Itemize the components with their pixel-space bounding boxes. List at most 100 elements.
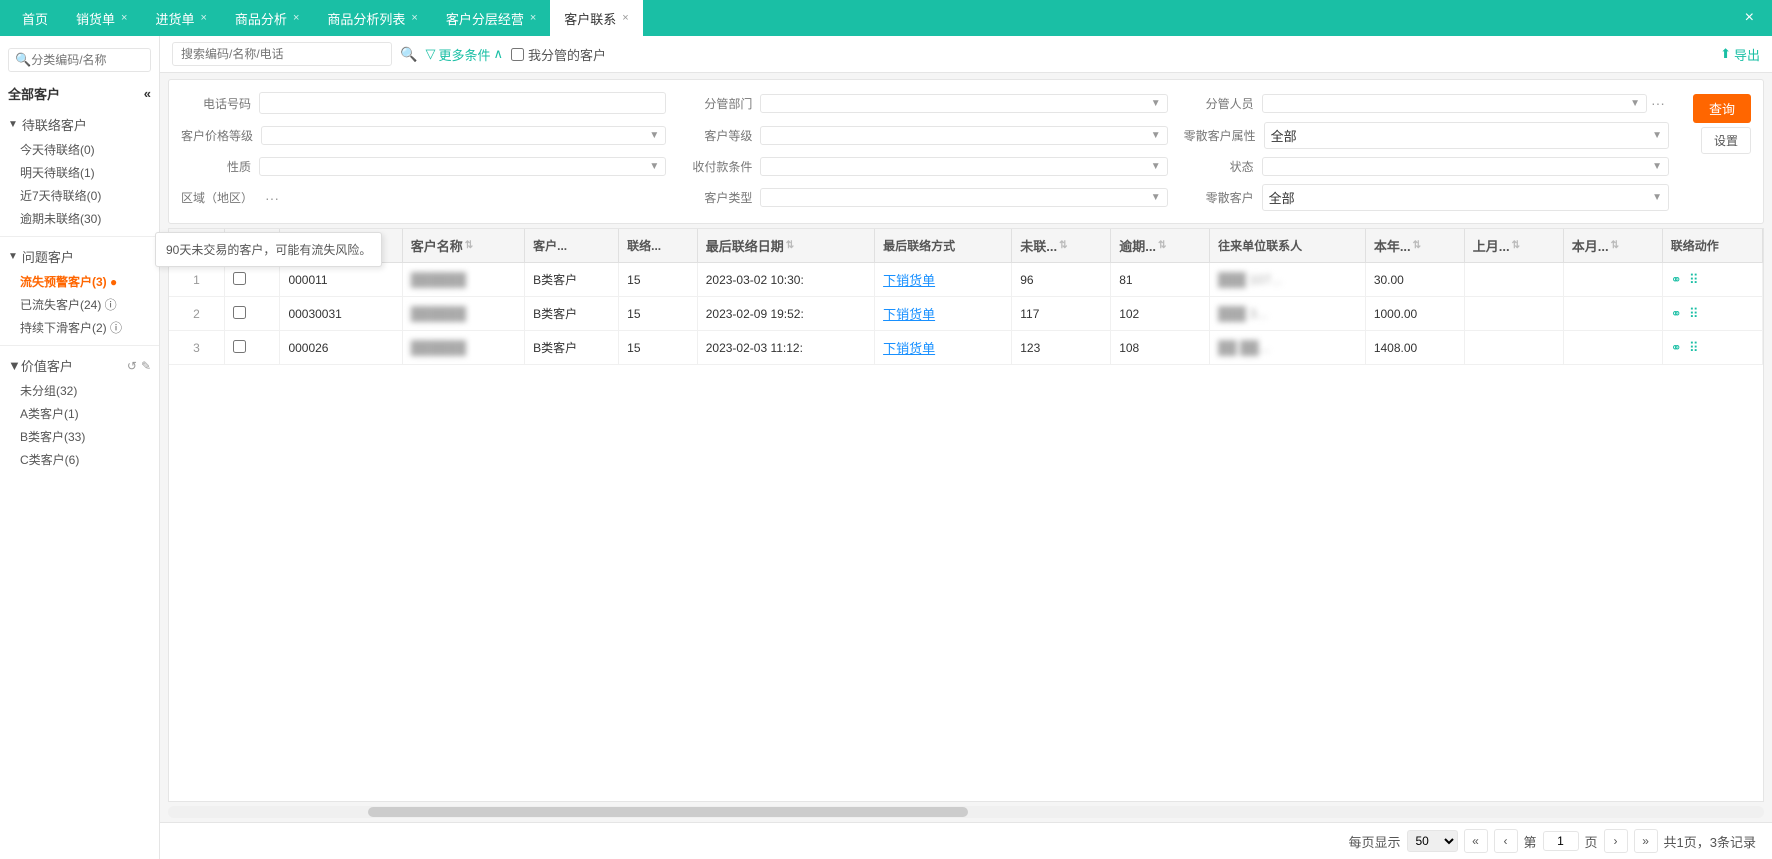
a-class[interactable]: A类客户(1) [0,402,159,425]
thismonth-sort-icon[interactable]: ⇅ [1611,240,1619,251]
more-conditions-button[interactable]: ▽ 更多条件 ∧ [425,45,503,64]
prev-page-button[interactable]: ‹ [1494,829,1518,853]
person-more-icon[interactable]: ··· [1647,95,1669,111]
scrollbar-thumb[interactable] [368,807,968,817]
price-grade-label: 客户价格等级 [181,127,253,144]
last-page-button[interactable]: » [1634,829,1658,853]
thisyear-sort-icon[interactable]: ⇅ [1413,240,1421,251]
c-class[interactable]: C类客户(6) [0,448,159,471]
sidebar-collapse-icon[interactable]: « [144,86,151,101]
row-1-action-more-icon[interactable]: ⠿ [1689,272,1699,287]
payment-arrow: ▼ [1151,161,1161,172]
nav-product-analysis[interactable]: 商品分析 × [221,0,313,36]
nav-customer-contact[interactable]: 客户联系 × [550,0,642,36]
row-2-overdue: 102 [1111,297,1210,331]
table-body: 1 000011 ██████ B类客户 15 2023-03-02 10:30… [169,263,1763,365]
my-customers-check[interactable] [511,48,524,61]
scatter-label: 零散客户 [1184,189,1254,206]
status-label: 状态 [1184,158,1254,175]
lastdate-sort-icon[interactable]: ⇅ [786,240,794,251]
unclassified[interactable]: 未分组(32) [0,379,159,402]
all-customers-label: 全部客户 [8,84,60,103]
row-2-check[interactable] [233,306,246,319]
row-3-checkbox [224,331,279,365]
all-customers-header[interactable]: 全部客户 « [0,80,159,107]
uncontacted-sort: 未联... ⇅ [1020,236,1102,255]
row-3-action-more-icon[interactable]: ⠿ [1689,340,1699,355]
my-customers-checkbox[interactable]: 我分管的客户 [511,45,606,64]
page-number-input[interactable] [1543,831,1579,851]
close-customer-tier-icon[interactable]: × [530,12,536,24]
problem-customer-header[interactable]: ▼ 问题客户 [0,243,159,270]
settings-button[interactable]: 设置 [1701,127,1751,154]
row-2-action-link-icon[interactable]: ⚭ [1671,306,1682,321]
customer-type-arrow: ▼ [1151,192,1161,203]
person-select[interactable]: ▼ [1262,94,1647,113]
main-search-button[interactable]: 🔍 [400,46,417,63]
today-pending[interactable]: 今天待联络(0) [0,138,159,161]
close-product-list-icon[interactable]: × [411,12,417,24]
overdue-pending[interactable]: 逾期未联络(30) [0,207,159,230]
my-customers-label: 我分管的客户 [528,45,606,64]
pending-contact-header[interactable]: ▼ 待联络客户 [0,111,159,138]
nav-purchase[interactable]: 进货单 × [141,0,220,36]
tomorrow-pending[interactable]: 明天待联络(1) [0,161,159,184]
col-thismonth-header: 本月... ⇅ [1563,229,1662,263]
week-pending[interactable]: 近7天待联络(0) [0,184,159,207]
already-churned[interactable]: 已流失客户(24) ⓘ [0,293,159,316]
row-3-check[interactable] [233,340,246,353]
overdue-sort-icon[interactable]: ⇅ [1158,240,1166,251]
per-page-select[interactable]: 50 20 100 [1407,830,1458,852]
uncontacted-sort-icon[interactable]: ⇅ [1059,240,1067,251]
status-select[interactable]: ▼ [1262,157,1669,176]
customer-grade-select[interactable]: ▼ [760,126,1167,145]
close-customer-contact-icon[interactable]: × [622,12,628,24]
sidebar-search-input[interactable] [31,53,144,67]
nav-product-list[interactable]: 商品分析列表 × [313,0,431,36]
nature-select[interactable]: ▼ [259,157,666,176]
next-page-button[interactable]: › [1604,829,1628,853]
query-button[interactable]: 查询 [1693,94,1751,123]
churn-warning[interactable]: 流失预警客户(3) ● [0,270,159,293]
status-field: 状态 ▼ [1184,157,1669,176]
area-dots-icon[interactable]: ··· [261,190,283,206]
first-page-button[interactable]: « [1464,829,1488,853]
nav-customer-tier[interactable]: 客户分层经营 × [432,0,550,36]
nav-sales[interactable]: 销货单 × [62,0,141,36]
refresh-icon[interactable]: ↺ [127,359,137,373]
row-1-action-link-icon[interactable]: ⚭ [1671,272,1682,287]
name-sort-icon[interactable]: ⇅ [465,240,473,251]
phone-input[interactable] [259,92,666,114]
row-1-check[interactable] [233,272,246,285]
nav-customer-tier-label: 客户分层经营 [446,9,524,28]
close-product-analysis-icon[interactable]: × [293,12,299,24]
scatter-attr-select[interactable]: 全部 ▼ [1264,122,1669,149]
row-2-lastmonth [1464,297,1563,331]
nav-home[interactable]: 首页 [8,0,62,36]
row-3-num: 3 [169,331,224,365]
declining-customers[interactable]: 持续下滑客户(2) ⓘ [0,316,159,339]
value-icons: ↺ ✎ [127,359,151,373]
col-name-header: 客户名称 ⇅ [402,229,524,263]
window-close-button[interactable]: × [1735,9,1764,27]
row-3-action-link-icon[interactable]: ⚭ [1671,340,1682,355]
payment-select[interactable]: ▼ [760,157,1167,176]
price-grade-select[interactable]: ▼ [261,126,666,145]
horizontal-scrollbar[interactable] [168,806,1764,818]
main-search-input[interactable] [181,47,383,61]
row-2-action-more-icon[interactable]: ⠿ [1689,306,1699,321]
close-purchase-icon[interactable]: × [200,12,206,24]
overdue-sort: 逾期... ⇅ [1119,236,1201,255]
col-actions-header: 联络动作 [1662,229,1762,263]
export-button[interactable]: ⬆ 导出 [1720,45,1760,64]
value-customer-header[interactable]: ▼ 价值客户 ↺ ✎ [0,352,159,379]
row-3-lastmonth [1464,331,1563,365]
customer-type-select[interactable]: ▼ [760,188,1167,207]
scatter-select[interactable]: 全部 ▼ [1262,184,1669,211]
dept-select[interactable]: ▼ [760,94,1167,113]
edit-icon[interactable]: ✎ [141,359,151,373]
value-section-left: ▼ 价值客户 [8,356,73,375]
lastmonth-sort-icon[interactable]: ⇅ [1512,240,1520,251]
close-sales-icon[interactable]: × [121,12,127,24]
b-class[interactable]: B类客户(33) [0,425,159,448]
